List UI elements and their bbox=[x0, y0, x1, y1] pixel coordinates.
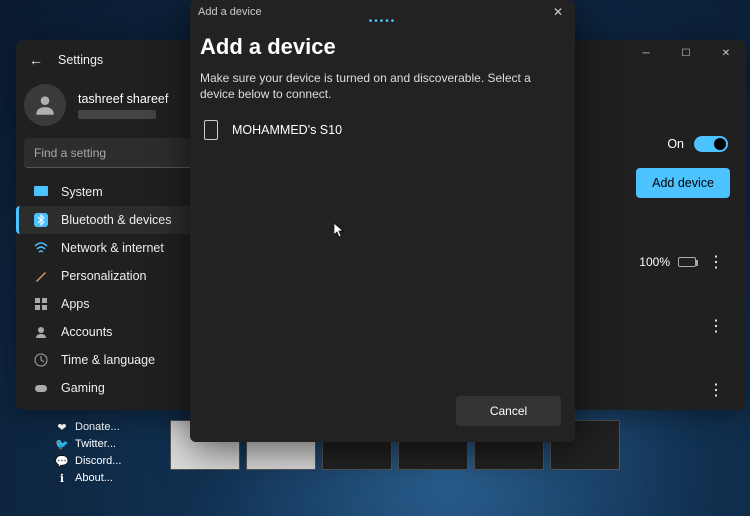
settings-nav: System Bluetooth & devices Network & int… bbox=[16, 178, 206, 402]
settings-header: ← Settings bbox=[24, 52, 103, 68]
nav-label: Gaming bbox=[61, 381, 105, 395]
nav-label: Personalization bbox=[61, 269, 146, 283]
link-label: Donate... bbox=[75, 421, 120, 433]
nav-gaming[interactable]: Gaming bbox=[16, 374, 206, 402]
device-name: MOHAMMED's S10 bbox=[232, 123, 342, 137]
apps-icon bbox=[33, 296, 49, 312]
twitter-icon: 🐦 bbox=[55, 437, 69, 451]
link-label: About... bbox=[75, 472, 113, 484]
link-label: Twitter... bbox=[75, 438, 116, 450]
dialog-close-button[interactable]: ✕ bbox=[549, 3, 567, 21]
device-battery-row: 100% ⋮ bbox=[614, 238, 734, 286]
device-row: ⋮ bbox=[614, 366, 734, 410]
nav-label: System bbox=[61, 185, 103, 199]
heart-icon: ❤ bbox=[55, 420, 69, 434]
clock-icon bbox=[33, 352, 49, 368]
dialog-heading: Add a device bbox=[200, 34, 565, 60]
bluetooth-icon bbox=[33, 212, 49, 228]
dialog-footer: Cancel bbox=[190, 386, 575, 442]
search-input[interactable]: Find a setting bbox=[24, 138, 196, 168]
discord-icon: 💬 bbox=[55, 454, 69, 468]
window-controls: ─ ☐ ✕ bbox=[626, 40, 746, 66]
wifi-icon bbox=[33, 240, 49, 256]
display-icon bbox=[33, 184, 49, 200]
minimize-button[interactable]: ─ bbox=[626, 40, 666, 66]
more-icon[interactable]: ⋮ bbox=[704, 380, 728, 400]
bluetooth-toggle[interactable] bbox=[694, 136, 728, 152]
settings-title: Settings bbox=[58, 53, 103, 67]
accounts-icon bbox=[33, 324, 49, 340]
person-icon bbox=[32, 92, 58, 118]
dialog-body: Add a device Make sure your device is tu… bbox=[190, 28, 575, 386]
nav-bluetooth[interactable]: Bluetooth & devices bbox=[16, 206, 206, 234]
more-icon[interactable]: ⋮ bbox=[704, 316, 728, 336]
phone-icon bbox=[204, 120, 218, 140]
add-device-button[interactable]: Add device bbox=[636, 168, 730, 198]
avatar bbox=[24, 84, 66, 126]
nav-accounts[interactable]: Accounts bbox=[16, 318, 206, 346]
link-about[interactable]: ℹ About... bbox=[55, 471, 595, 485]
nav-label: Apps bbox=[61, 297, 90, 311]
back-icon[interactable]: ← bbox=[24, 52, 48, 68]
toggle-label: On bbox=[667, 137, 684, 151]
user-block[interactable]: tashreef shareef bbox=[24, 84, 168, 126]
brush-icon bbox=[33, 268, 49, 284]
nav-personalization[interactable]: Personalization bbox=[16, 262, 206, 290]
nav-network[interactable]: Network & internet bbox=[16, 234, 206, 262]
more-icon[interactable]: ⋮ bbox=[704, 252, 728, 272]
nav-system[interactable]: System bbox=[16, 178, 206, 206]
battery-icon bbox=[678, 257, 696, 267]
dialog-title-small: Add a device bbox=[198, 6, 262, 18]
device-row: ⋮ bbox=[614, 302, 734, 350]
nav-label: Accounts bbox=[61, 325, 112, 339]
nav-time-language[interactable]: Time & language bbox=[16, 346, 206, 374]
nav-apps[interactable]: Apps bbox=[16, 290, 206, 318]
content-right: On Add device 100% ⋮ ⋮ ⋮ bbox=[614, 136, 734, 410]
user-name: tashreef shareef bbox=[78, 92, 168, 106]
user-email-redacted bbox=[78, 110, 156, 119]
nav-label: Network & internet bbox=[61, 241, 164, 255]
dialog-subtext: Make sure your device is turned on and d… bbox=[200, 70, 565, 102]
maximize-button[interactable]: ☐ bbox=[666, 40, 706, 66]
cancel-button[interactable]: Cancel bbox=[456, 396, 561, 426]
nav-label: Time & language bbox=[61, 353, 155, 367]
info-icon: ℹ bbox=[55, 471, 69, 485]
discovered-device[interactable]: MOHAMMED's S10 bbox=[200, 120, 565, 140]
close-button[interactable]: ✕ bbox=[706, 40, 746, 66]
nav-label: Bluetooth & devices bbox=[61, 213, 172, 227]
add-device-dialog: Add a device ✕ ••••• Add a device Make s… bbox=[190, 0, 575, 442]
gaming-icon bbox=[33, 380, 49, 396]
battery-percent: 100% bbox=[639, 255, 670, 269]
search-placeholder: Find a setting bbox=[34, 146, 106, 160]
progress-indicator: ••••• bbox=[190, 20, 575, 28]
link-label: Discord... bbox=[75, 455, 121, 467]
bluetooth-toggle-row: On bbox=[667, 136, 734, 152]
